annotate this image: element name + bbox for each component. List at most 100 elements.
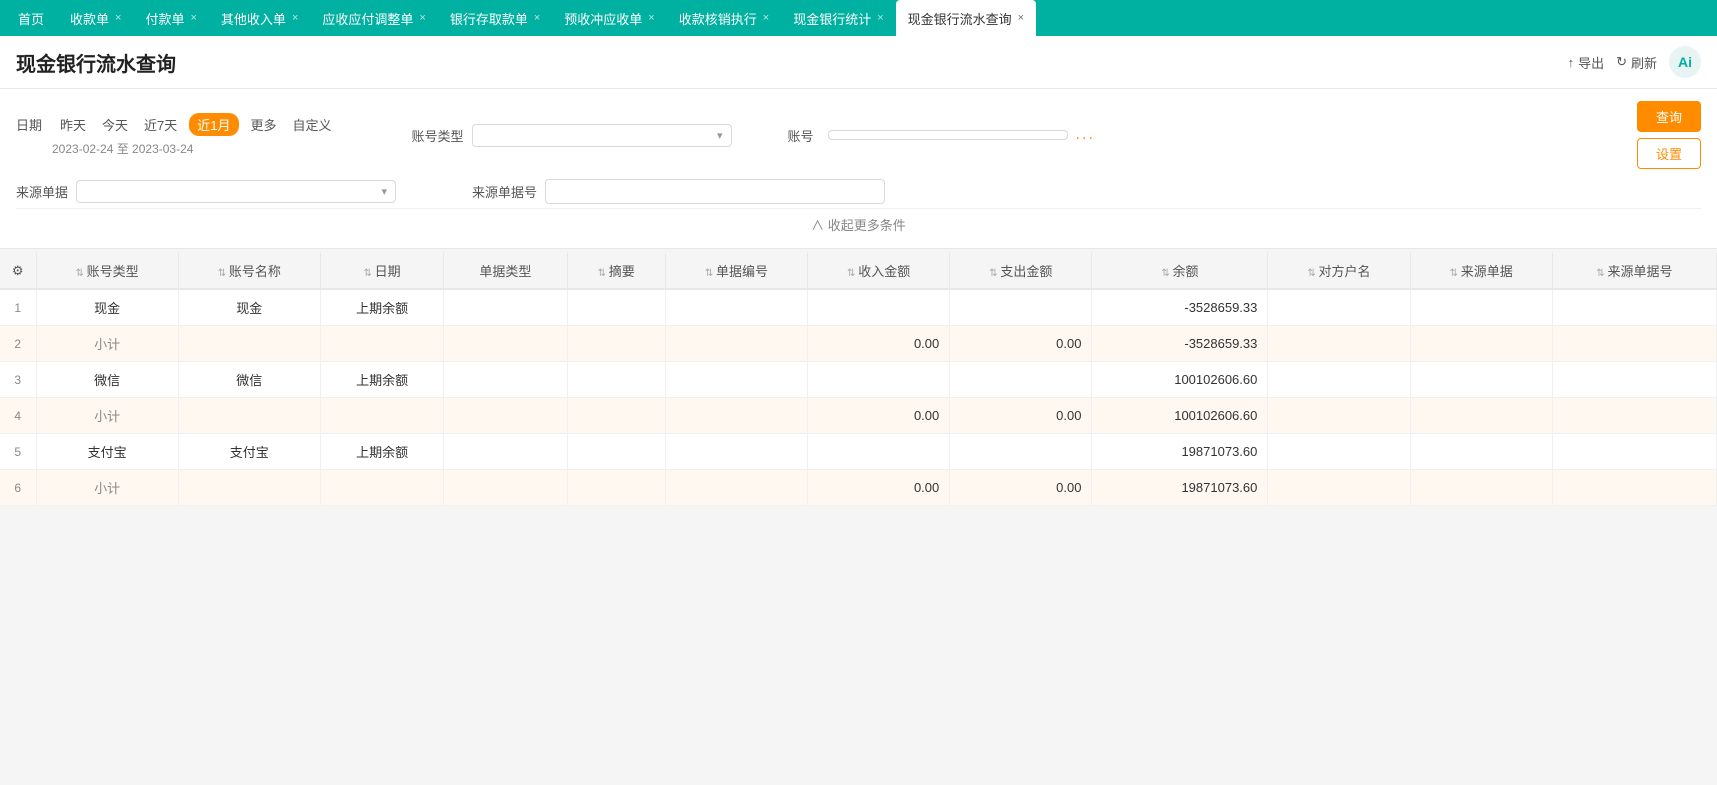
close-tab-icon[interactable]: × [877, 12, 883, 24]
cell-doc_no [665, 289, 807, 326]
cell-account_name: 支付宝 [178, 434, 320, 470]
cell-index: 2 [0, 326, 36, 362]
refresh-icon: ↻ [1616, 54, 1627, 70]
source-doc-label: 来源单据 [16, 182, 68, 201]
refresh-button[interactable]: ↻ 刷新 [1616, 53, 1657, 72]
col-source-doc-no[interactable]: 来源单据号 [1552, 253, 1716, 289]
source-doc-select[interactable]: ▾ [76, 180, 396, 203]
col-date[interactable]: 日期 [320, 253, 443, 289]
cell-account_name [178, 326, 320, 362]
chevron-up-icon: ∧ [811, 218, 828, 233]
account-type-select[interactable]: ▾ [472, 124, 732, 147]
cell-account_type: 小计 [36, 326, 178, 362]
cell-doc_no [665, 398, 807, 434]
nav-tab-fudan[interactable]: 付款单 × [133, 0, 208, 36]
cell-expense [950, 434, 1092, 470]
cell-expense [950, 362, 1092, 398]
date-custom[interactable]: 自定义 [289, 113, 336, 136]
nav-tab-yingshou[interactable]: 应收应付调整单 × [310, 0, 437, 36]
source-doc-no-input[interactable] [545, 179, 885, 204]
cell-balance: 100102606.60 [1092, 398, 1268, 434]
cell-summary [567, 470, 665, 506]
close-tab-icon[interactable]: × [115, 12, 121, 24]
account-type-label: 账号类型 [412, 126, 464, 145]
collapse-bar[interactable]: ∧ 收起更多条件 [16, 208, 1701, 240]
table-header-row: ⚙ 账号类型 账号名称 日期 单据类型 摘要 单据编号 收入金额 支出金额 余额… [0, 253, 1717, 289]
account-input[interactable] [828, 130, 1068, 140]
cell-date: 上期余额 [320, 434, 443, 470]
ai-button[interactable]: Ai [1669, 46, 1701, 78]
close-tab-icon[interactable]: × [1018, 12, 1024, 24]
cell-income [808, 289, 950, 326]
cell-doc_no [665, 470, 807, 506]
cell-account_name [178, 398, 320, 434]
nav-tab-tongji[interactable]: 现金银行统计 × [781, 0, 895, 36]
cell-doc_type [444, 470, 567, 506]
col-gear[interactable]: ⚙ [0, 253, 36, 289]
close-tab-icon[interactable]: × [763, 12, 769, 24]
date-more[interactable]: 更多 [247, 113, 281, 136]
export-button[interactable]: ↑ 导出 [1568, 53, 1605, 72]
nav-tab-yinhang[interactable]: 银行存取款单 × [438, 0, 552, 36]
close-tab-icon[interactable]: × [190, 12, 196, 24]
col-income[interactable]: 收入金额 [808, 253, 950, 289]
close-tab-icon[interactable]: × [419, 12, 425, 24]
cell-source_doc_no [1552, 470, 1716, 506]
gear-icon[interactable]: ⚙ [12, 263, 24, 278]
col-expense[interactable]: 支出金额 [950, 253, 1092, 289]
cell-expense: 0.00 [950, 470, 1092, 506]
cell-source_doc_no [1552, 398, 1716, 434]
export-icon: ↑ [1568, 55, 1575, 70]
close-tab-icon[interactable]: × [534, 12, 540, 24]
cell-source_doc_no [1552, 326, 1716, 362]
cell-source_doc_no [1552, 434, 1716, 470]
dropdown-arrow-icon: ▾ [717, 129, 723, 142]
date-today[interactable]: 今天 [98, 113, 132, 136]
nav-tab-shoudan[interactable]: 收款单 × [58, 0, 133, 36]
source-doc-no-label: 来源单据号 [472, 182, 537, 201]
table-row: 6小计0.000.0019871073.60 [0, 470, 1717, 506]
cell-balance: -3528659.33 [1092, 289, 1268, 326]
col-summary[interactable]: 摘要 [567, 253, 665, 289]
date-filter-group: 日期 昨天 今天 近7天 近1月 更多 自定义 2023-02-24 至 202… [16, 113, 336, 157]
query-button[interactable]: 查询 [1637, 101, 1701, 132]
filter-row-1: 日期 昨天 今天 近7天 近1月 更多 自定义 2023-02-24 至 202… [16, 101, 1701, 169]
settings-button[interactable]: 设置 [1637, 138, 1701, 169]
cell-date [320, 470, 443, 506]
nav-home[interactable]: 首页 [4, 0, 58, 36]
table-row: 2小计0.000.00-3528659.33 [0, 326, 1717, 362]
close-tab-icon[interactable]: × [292, 12, 298, 24]
col-account-type[interactable]: 账号类型 [36, 253, 178, 289]
col-source-doc[interactable]: 来源单据 [1410, 253, 1552, 289]
col-counterpart[interactable]: 对方户名 [1268, 253, 1410, 289]
date-1month[interactable]: 近1月 [189, 113, 238, 136]
col-doc-no[interactable]: 单据编号 [665, 253, 807, 289]
cell-doc_type [444, 289, 567, 326]
nav-tab-liushui[interactable]: 现金银行流水查询 × [896, 0, 1036, 36]
col-balance[interactable]: 余额 [1092, 253, 1268, 289]
source-doc-group: 来源单据 ▾ [16, 180, 396, 203]
cell-summary [567, 434, 665, 470]
cell-source_doc [1410, 289, 1552, 326]
date-yesterday[interactable]: 昨天 [56, 113, 90, 136]
cell-account_name [178, 470, 320, 506]
account-type-group: 账号类型 ▾ [412, 124, 732, 147]
more-dots-icon[interactable]: ... [1076, 126, 1095, 144]
nav-tab-qitasr[interactable]: 其他收入单 × [209, 0, 310, 36]
account-label: 账号 [788, 126, 820, 145]
date-7days[interactable]: 近7天 [140, 113, 181, 136]
col-account-name[interactable]: 账号名称 [178, 253, 320, 289]
cell-counterpart [1268, 434, 1410, 470]
nav-tab-hexiao[interactable]: 收款核销执行 × [667, 0, 781, 36]
cell-index: 3 [0, 362, 36, 398]
close-tab-icon[interactable]: × [648, 12, 654, 24]
cell-source_doc [1410, 434, 1552, 470]
cell-doc_type [444, 326, 567, 362]
header-actions: ↑ 导出 ↻ 刷新 Ai [1568, 46, 1701, 78]
nav-tab-yushou[interactable]: 预收冲应收单 × [552, 0, 666, 36]
col-doc-type[interactable]: 单据类型 [444, 253, 567, 289]
cell-index: 6 [0, 470, 36, 506]
cell-doc_no [665, 362, 807, 398]
cell-balance: 100102606.60 [1092, 362, 1268, 398]
filter-area: 日期 昨天 今天 近7天 近1月 更多 自定义 2023-02-24 至 202… [0, 89, 1717, 249]
